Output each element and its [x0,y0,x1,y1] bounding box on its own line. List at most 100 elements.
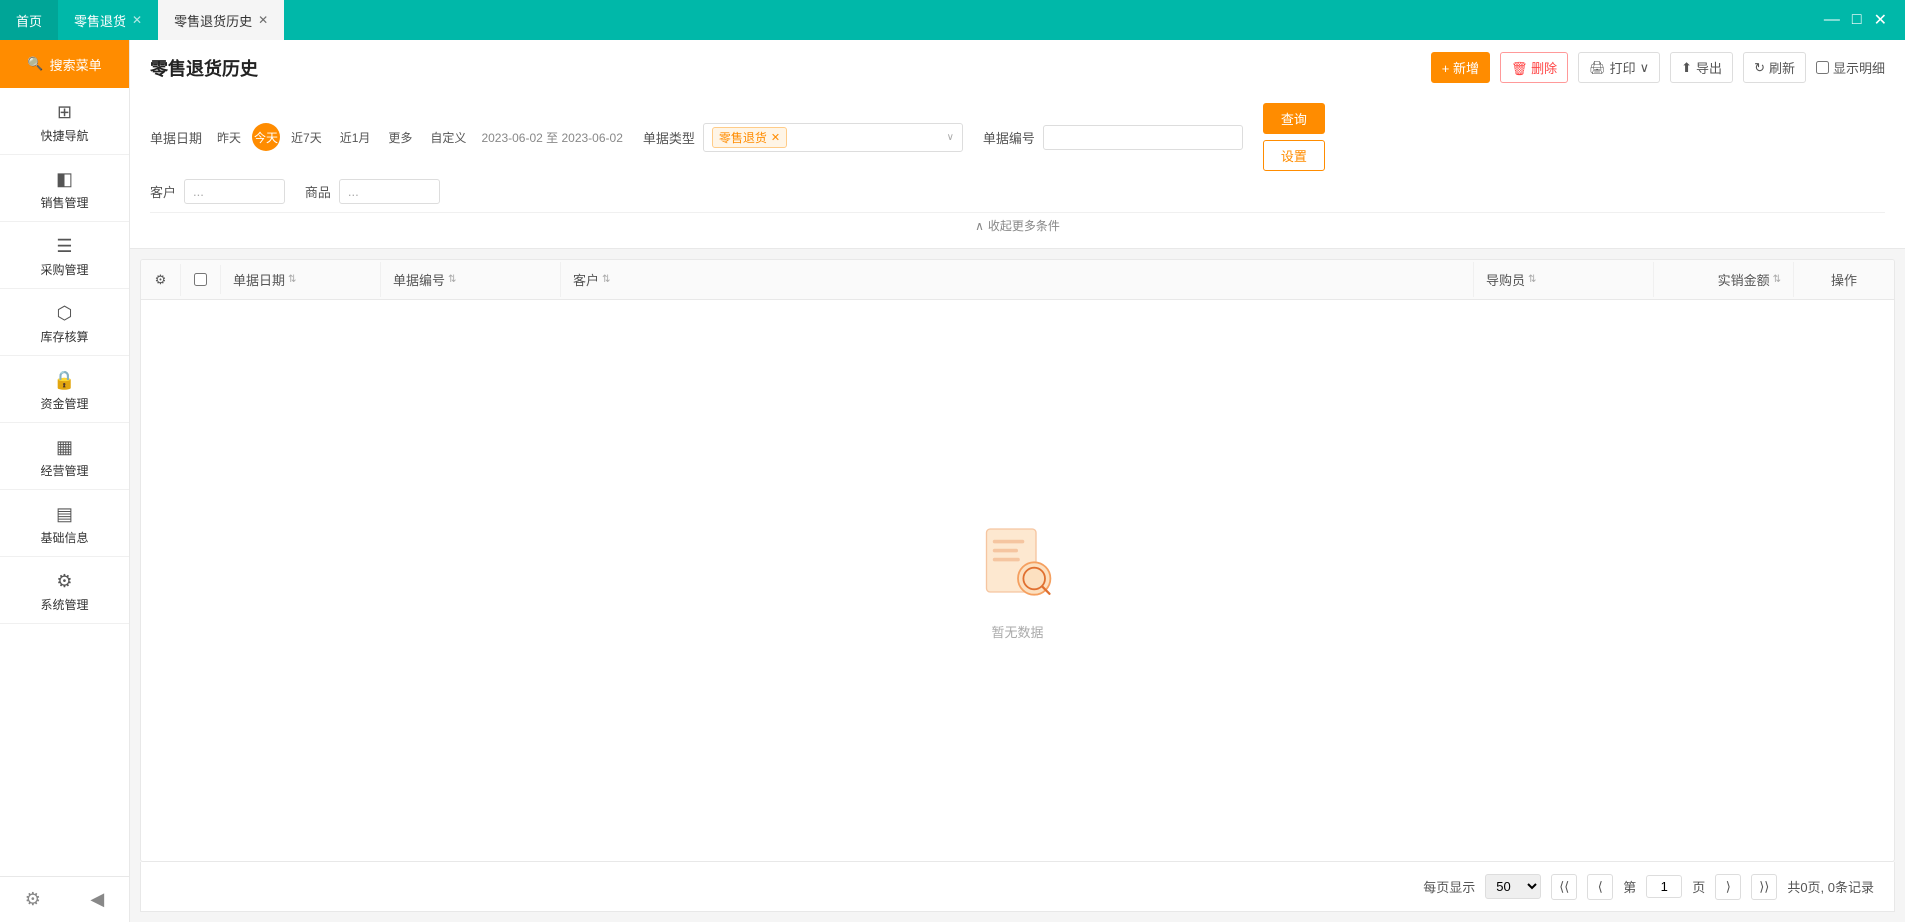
close-window-icon[interactable]: ✕ [1868,10,1893,30]
settings-button[interactable]: 设置 [1263,140,1325,171]
empty-state: 暂无数据 [141,300,1894,861]
select-all-checkbox[interactable] [194,273,207,286]
print-button[interactable]: 🖨 打印 ∨ [1578,52,1660,83]
page-label: 第 [1623,877,1636,896]
query-button[interactable]: 查询 [1263,103,1325,134]
number-input[interactable] [1043,125,1243,150]
tab-retail-return[interactable]: 零售退货 ✕ [58,0,158,40]
sidebar-item-sales[interactable]: ◧ 销售管理 [0,155,129,222]
date-btn-custom[interactable]: 自定义 [423,126,473,149]
type-filter-label: 单据类型 [643,128,695,147]
display-detail-toggle[interactable]: 显示明细 [1816,58,1885,77]
sidebar-item-inventory[interactable]: ⬡ 库存核算 [0,289,129,356]
sidebar-item-finance[interactable]: 🔒 资金管理 [0,356,129,423]
total-info: 共0页, 0条记录 [1787,877,1874,896]
top-bar: 首页 零售退货 ✕ 零售退货历史 ✕ — □ ✕ [0,0,1905,40]
th-number[interactable]: 单据编号 ⇅ [381,262,561,297]
basic-icon: ▤ [56,504,73,525]
sidebar-item-finance-label: 资金管理 [40,395,88,412]
page-title: 零售退货历史 [150,55,258,81]
page-suffix: 页 [1692,877,1705,896]
page-header: 零售退货历史 + 新增 🗑 删除 🖨 打印 ∨ ⬆ 导出 ↻ [130,40,1905,249]
sidebar-search[interactable]: 🔍 搜索菜单 [0,40,129,88]
type-tag-label: 零售退货 [719,129,767,146]
sidebar-item-purchase[interactable]: ☰ 采购管理 [0,222,129,289]
refresh-button[interactable]: ↻ 刷新 [1743,52,1806,83]
display-detail-checkbox[interactable] [1816,61,1829,74]
date-btn-more[interactable]: 更多 [381,126,419,149]
th-ops-label: 操作 [1831,270,1857,289]
prev-page-button[interactable]: ⟨ [1587,874,1613,900]
inventory-icon: ⬡ [57,303,73,324]
refresh-icon: ↻ [1754,60,1765,76]
sidebar-item-inventory-label: 库存核算 [40,328,88,345]
purchase-icon: ☰ [56,236,72,257]
display-detail-label: 显示明细 [1833,58,1885,77]
th-guide-sort-icon: ⇅ [1528,274,1536,285]
print-label: 打印 [1610,58,1636,77]
page-size-select[interactable]: 50 10 20 100 [1485,874,1541,899]
sidebar-settings-icon[interactable]: ⚙ [25,889,41,910]
sidebar-item-ops-label: 经营管理 [40,462,88,479]
type-tag-remove[interactable]: ✕ [771,131,780,144]
collapse-icon: ∧ [975,219,984,233]
pagination-bar: 每页显示 50 10 20 100 ⟨⟨ ⟨ 第 页 ⟩ ⟩⟩ 共0页, 0条记… [140,862,1895,912]
sidebar-item-purchase-label: 采购管理 [40,261,88,278]
last-page-button[interactable]: ⟩⟩ [1751,874,1777,900]
export-button[interactable]: ⬆ 导出 [1670,52,1733,83]
th-number-label: 单据编号 [393,270,445,289]
filter-area: 单据日期 昨天 今天 近7天 近1月 更多 自定义 2023-06-02 至 2… [150,93,1885,248]
date-filter-label: 单据日期 [150,128,202,147]
print-arrow-icon: ∨ [1640,60,1650,76]
th-amount[interactable]: 实销金额 ⇅ [1654,262,1794,297]
sidebar-item-ops[interactable]: ▦ 经营管理 [0,423,129,490]
sidebar-search-label: 搜索菜单 [50,55,102,74]
th-checkbox[interactable] [181,265,221,294]
tab-list: 首页 零售退货 ✕ 零售退货历史 ✕ [0,0,284,40]
th-date[interactable]: 单据日期 ⇅ [221,262,381,297]
sidebar-item-sys[interactable]: ⚙ 系统管理 [0,557,129,624]
date-btn-today[interactable]: 今天 [252,123,280,151]
number-filter: 单据编号 [983,125,1243,150]
page-size-label: 每页显示 [1423,877,1475,896]
type-select[interactable]: 零售退货 ✕ ∨ [703,123,963,152]
print-icon: 🖨 [1589,60,1606,76]
minimize-icon[interactable]: — [1818,11,1846,29]
collapse-button[interactable]: ∧ 收起更多条件 [150,212,1885,238]
tab-retail-return-label: 零售退货 [74,11,126,30]
new-button[interactable]: + 新增 [1431,52,1490,83]
type-filter: 单据类型 零售退货 ✕ ∨ [643,123,963,152]
sidebar-item-basic[interactable]: ▤ 基础信息 [0,490,129,557]
next-page-button[interactable]: ⟩ [1715,874,1741,900]
th-amount-label: 实销金额 [1718,270,1770,289]
th-customer[interactable]: 客户 ⇅ [561,262,1474,297]
date-btn-yesterday[interactable]: 昨天 [210,126,248,149]
tab-retail-return-history-close[interactable]: ✕ [258,14,268,26]
tab-home[interactable]: 首页 [0,0,58,40]
date-btn-1month[interactable]: 近1月 [333,126,378,149]
sidebar-item-quick-nav[interactable]: ⊞ 快捷导航 [0,88,129,155]
empty-text: 暂无数据 [991,622,1043,641]
first-page-button[interactable]: ⟨⟨ [1551,874,1577,900]
page-number-input[interactable] [1646,875,1682,898]
customer-input[interactable]: ... [184,179,285,204]
finance-icon: 🔒 [53,370,75,391]
delete-button[interactable]: 🗑 删除 [1500,52,1568,83]
query-settings-group: 查询 设置 [1263,103,1325,171]
tab-retail-return-history[interactable]: 零售退货历史 ✕ [158,0,284,40]
filter-row-1: 单据日期 昨天 今天 近7天 近1月 更多 自定义 2023-06-02 至 2… [150,103,1885,171]
table-area: ⚙ 单据日期 ⇅ 单据编号 ⇅ 客户 ⇅ 导购员 [140,259,1895,862]
tab-retail-return-close[interactable]: ✕ [132,14,142,26]
sidebar-bottom: ⚙ ◀ [0,876,129,922]
sidebar-item-sys-label: 系统管理 [40,596,88,613]
window-controls: — □ ✕ [1818,10,1905,30]
date-btn-7days[interactable]: 近7天 [284,126,329,149]
sidebar-collapse-icon[interactable]: ◀ [90,889,104,910]
collapse-label: 收起更多条件 [988,217,1060,234]
maximize-icon[interactable]: □ [1846,11,1868,29]
th-guide[interactable]: 导购员 ⇅ [1474,262,1654,297]
th-date-sort-icon: ⇅ [288,274,296,285]
th-settings[interactable]: ⚙ [141,264,181,296]
table-header: ⚙ 单据日期 ⇅ 单据编号 ⇅ 客户 ⇅ 导购员 [141,260,1894,300]
goods-input[interactable]: ... [339,179,440,204]
